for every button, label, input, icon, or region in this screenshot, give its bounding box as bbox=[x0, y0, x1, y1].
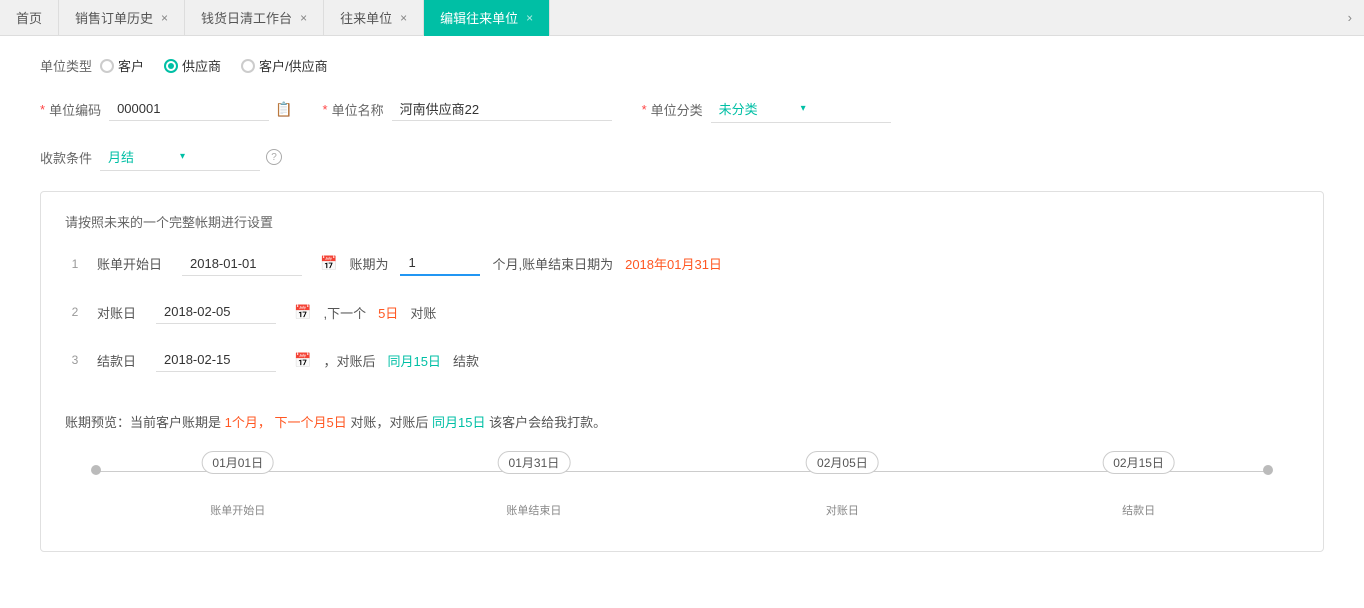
radio-circle-supplier bbox=[164, 59, 178, 73]
tab-home[interactable]: 首页 bbox=[0, 0, 59, 36]
period-end-date: 2018年01月31日 bbox=[625, 254, 722, 273]
timeline-node-payment: 02月15日 结款日 bbox=[1102, 451, 1175, 518]
timeline-end-dot bbox=[1263, 465, 1273, 475]
section-title: 请按照未来的一个完整帐期进行设置 bbox=[65, 212, 1299, 231]
payment-date-row: 3 结款日 📅 ，对账后 同月15日 结款 bbox=[65, 348, 1299, 372]
radio-circle-customer bbox=[100, 59, 114, 73]
unit-name-group: * 单位名称 bbox=[323, 97, 612, 121]
radio-customer-supplier[interactable]: 客户/供应商 bbox=[241, 56, 328, 75]
payment-terms-row: 收款条件 月结 ▾ ? bbox=[40, 143, 1324, 171]
row-num-1: 1 bbox=[65, 257, 85, 271]
timeline-pill-payment: 02月15日 bbox=[1102, 451, 1175, 474]
unit-name-label: 单位名称 bbox=[332, 100, 384, 119]
tab-close-edit-partner[interactable]: × bbox=[526, 11, 533, 25]
payment-highlight: 同月15日 bbox=[387, 351, 440, 370]
dropdown-arrow-category: ▾ bbox=[801, 103, 883, 114]
tab-cash-goods-workbench[interactable]: 钱货日清工作台 × bbox=[185, 0, 324, 36]
payment-terms-label: 收款条件 bbox=[40, 148, 92, 167]
period-unit-text: 个月,账单结束日期为 bbox=[492, 254, 613, 273]
timeline: 01月01日 账单开始日 01月31日 账单结束日 02月05日 对账日 bbox=[65, 451, 1299, 531]
row-num-2: 2 bbox=[65, 305, 85, 319]
timeline-label-payment: 结款日 bbox=[1122, 502, 1155, 518]
preview-section: 账期预览：当前客户账期是 1个月， 下一个月5日 对账，对账后 同月15日 该客… bbox=[65, 396, 1299, 431]
timeline-label-start: 账单开始日 bbox=[210, 502, 265, 518]
payment-terms-dropdown[interactable]: 月结 ▾ bbox=[100, 143, 260, 171]
unit-code-group: * 单位编码 📋 bbox=[40, 97, 293, 121]
reconcile-highlight: 5日 bbox=[378, 303, 398, 322]
tab-edit-partner-unit[interactable]: 编辑往来单位 × bbox=[424, 0, 550, 36]
preview-text: 账期预览：当前客户账期是 1个月， 下一个月5日 对账，对账后 同月15日 该客… bbox=[65, 415, 606, 430]
timeline-start-dot bbox=[91, 465, 101, 475]
radio-supplier[interactable]: 供应商 bbox=[164, 56, 221, 75]
account-start-label: 账单开始日 bbox=[97, 254, 162, 273]
unit-type-radio-group: 客户 供应商 客户/供应商 bbox=[100, 56, 328, 75]
dropdown-arrow-payment: ▾ bbox=[180, 151, 252, 162]
unit-name-input[interactable] bbox=[392, 97, 612, 121]
tab-close-sales[interactable]: × bbox=[161, 11, 168, 25]
timeline-pill-reconcile: 02月05日 bbox=[806, 451, 879, 474]
payment-date-label: 结款日 bbox=[97, 351, 136, 370]
reconcile-date-input[interactable] bbox=[156, 300, 276, 324]
main-content: 单位类型 客户 供应商 客户/供应商 * 单位编码 📋 * 单位名称 bbox=[0, 36, 1364, 608]
payment-date-cal-icon[interactable]: 📅 bbox=[294, 352, 311, 369]
timeline-pill-end-date: 01月31日 bbox=[498, 451, 571, 474]
timeline-pill-start: 01月01日 bbox=[201, 451, 274, 474]
help-icon[interactable]: ? bbox=[266, 149, 282, 165]
account-start-row: 1 账单开始日 📅 账期为 个月,账单结束日期为 2018年01月31日 bbox=[65, 251, 1299, 276]
account-start-cal-icon[interactable]: 📅 bbox=[320, 255, 337, 272]
unit-category-group: * 单位分类 未分类 ▾ bbox=[642, 95, 891, 123]
payment-date-input[interactable] bbox=[156, 348, 276, 372]
reconcile-desc-before: ,下一个 bbox=[323, 303, 366, 322]
unit-type-row: 单位类型 客户 供应商 客户/供应商 bbox=[40, 56, 1324, 75]
tab-partner-units[interactable]: 往来单位 × bbox=[324, 0, 424, 36]
payment-desc-before: ，对账后 bbox=[323, 351, 375, 370]
reconcile-cal-icon[interactable]: 📅 bbox=[294, 304, 311, 321]
tab-more-button[interactable]: › bbox=[1336, 0, 1364, 36]
unit-code-icon[interactable]: 📋 bbox=[275, 101, 292, 118]
tab-bar: 首页 销售订单历史 × 钱货日清工作台 × 往来单位 × 编辑往来单位 × › bbox=[0, 0, 1364, 36]
unit-category-dropdown[interactable]: 未分类 ▾ bbox=[711, 95, 891, 123]
reconcile-row: 2 对账日 📅 ,下一个 5日 对账 bbox=[65, 300, 1299, 324]
unit-info-row: * 单位编码 📋 * 单位名称 * 单位分类 未分类 ▾ bbox=[40, 95, 1324, 123]
unit-code-label: 单位编码 bbox=[49, 100, 101, 119]
unit-category-label: 单位分类 bbox=[651, 100, 703, 119]
account-start-date-input[interactable] bbox=[182, 252, 302, 276]
radio-customer[interactable]: 客户 bbox=[100, 56, 144, 75]
account-period-section: 请按照未来的一个完整帐期进行设置 1 账单开始日 📅 账期为 个月,账单结束日期… bbox=[40, 191, 1324, 552]
timeline-node-end-date: 01月31日 账单结束日 bbox=[498, 451, 571, 518]
tab-close-partner[interactable]: × bbox=[400, 11, 407, 25]
timeline-label-end-date: 账单结束日 bbox=[506, 502, 561, 518]
tab-close-cash[interactable]: × bbox=[300, 11, 307, 25]
row-num-3: 3 bbox=[65, 353, 85, 367]
timeline-label-reconcile: 对账日 bbox=[826, 502, 859, 518]
timeline-node-reconcile: 02月05日 对账日 bbox=[806, 451, 879, 518]
period-value-input[interactable] bbox=[400, 251, 480, 276]
payment-desc-after: 结款 bbox=[453, 351, 479, 370]
reconcile-label: 对账日 bbox=[97, 303, 136, 322]
tab-sales-order-history[interactable]: 销售订单历史 × bbox=[59, 0, 185, 36]
unit-type-label: 单位类型 bbox=[40, 56, 92, 75]
unit-code-input[interactable] bbox=[109, 97, 269, 121]
radio-circle-customer-supplier bbox=[241, 59, 255, 73]
period-label: 账期为 bbox=[349, 254, 388, 273]
reconcile-desc-after: 对账 bbox=[410, 303, 436, 322]
timeline-node-start: 01月01日 账单开始日 bbox=[201, 451, 274, 518]
